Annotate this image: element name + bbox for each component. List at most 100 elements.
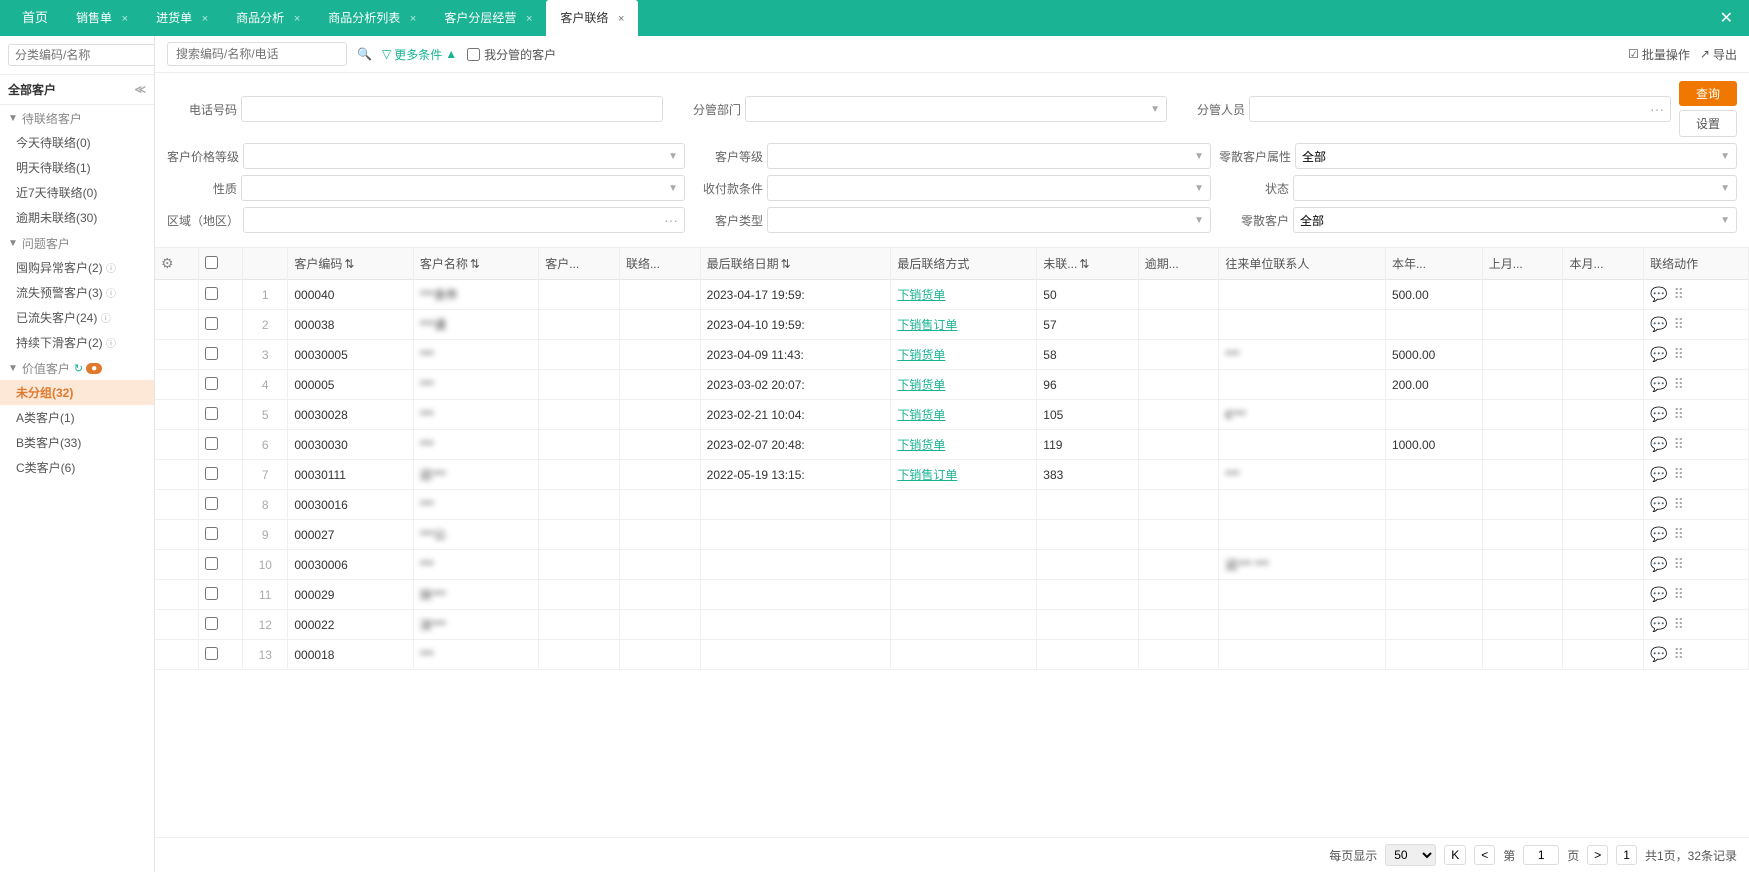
retail-select[interactable]: 全部▼	[1293, 207, 1737, 233]
th-no-contact[interactable]: 未联...⇅	[1037, 248, 1138, 280]
close-icon[interactable]: ×	[526, 13, 532, 25]
prev-page-button[interactable]: <	[1474, 845, 1495, 865]
td-checkbox[interactable]	[198, 640, 243, 670]
message-icon[interactable]: 💬	[1650, 286, 1667, 303]
td-checkbox[interactable]	[198, 370, 243, 400]
batch-op-button[interactable]: ☑ 批量操作	[1628, 46, 1690, 63]
message-icon[interactable]: 💬	[1650, 316, 1667, 333]
sidebar-group-pending[interactable]: ▼ 待联络客户	[0, 105, 154, 130]
nav-tab-customer-segment[interactable]: 客户分层经营 ×	[430, 0, 546, 36]
page-input[interactable]	[1523, 845, 1559, 865]
row-checkbox[interactable]	[205, 467, 218, 480]
nature-select[interactable]: ▼	[241, 175, 685, 201]
query-button[interactable]: 查询	[1679, 81, 1737, 106]
td-last-contact-way[interactable]: 下销货单	[891, 280, 1037, 310]
status-select[interactable]: ▼	[1293, 175, 1737, 201]
td-checkbox[interactable]	[198, 550, 243, 580]
grid-icon[interactable]: ⠿	[1674, 646, 1684, 663]
td-checkbox[interactable]	[198, 460, 243, 490]
td-checkbox[interactable]	[198, 310, 243, 340]
payment-select[interactable]: ▼	[767, 175, 1211, 201]
td-checkbox[interactable]	[198, 610, 243, 640]
per-page-select[interactable]: 50 100 200	[1385, 844, 1436, 866]
next-page-button[interactable]: >	[1587, 845, 1608, 865]
td-checkbox[interactable]	[198, 580, 243, 610]
message-icon[interactable]: 💬	[1650, 556, 1667, 573]
td-checkbox[interactable]	[198, 430, 243, 460]
grid-icon[interactable]: ⠿	[1674, 556, 1684, 573]
td-last-contact-way[interactable]: 下销货单	[891, 400, 1037, 430]
phone-input[interactable]	[241, 96, 663, 122]
close-icon[interactable]: ×	[122, 13, 128, 25]
td-checkbox[interactable]	[198, 520, 243, 550]
message-icon[interactable]: 💬	[1650, 616, 1667, 633]
grid-icon[interactable]: ⠿	[1674, 526, 1684, 543]
grid-icon[interactable]: ⠿	[1674, 616, 1684, 633]
td-last-contact-way[interactable]	[891, 550, 1037, 580]
sidebar-group-value[interactable]: ▼ 价值客户 ↻ ●	[0, 355, 154, 380]
grid-icon[interactable]: ⠿	[1674, 286, 1684, 303]
close-icon[interactable]: ×	[618, 13, 624, 25]
message-icon[interactable]: 💬	[1650, 406, 1667, 423]
retail-attr-select[interactable]: 全部▼	[1295, 143, 1737, 169]
nav-tab-goods-list[interactable]: 商品分析列表 ×	[314, 0, 430, 36]
message-icon[interactable]: 💬	[1650, 376, 1667, 393]
global-close-button[interactable]: ✕	[1712, 8, 1741, 28]
nav-tab-customer-contact[interactable]: 客户联络 ×	[546, 0, 638, 36]
sidebar-item-tomorrow-pending[interactable]: 明天待联络(1)	[0, 155, 154, 180]
sidebar-item-today-pending[interactable]: 今天待联络(0)	[0, 130, 154, 155]
sidebar-item-ungroup[interactable]: 未分组(32)	[0, 380, 154, 405]
row-checkbox[interactable]	[205, 557, 218, 570]
sidebar-item-lost[interactable]: 已流失客户(24) ⓘ	[0, 305, 154, 330]
row-checkbox[interactable]	[205, 407, 218, 420]
sidebar-item-class-c[interactable]: C类客户(6)	[0, 455, 154, 480]
grid-icon[interactable]: ⠿	[1674, 586, 1684, 603]
grid-icon[interactable]: ⠿	[1674, 436, 1684, 453]
message-icon[interactable]: 💬	[1650, 466, 1667, 483]
td-checkbox[interactable]	[198, 490, 243, 520]
grid-icon[interactable]: ⠿	[1674, 316, 1684, 333]
nav-tab-purchase[interactable]: 进货单 ×	[142, 0, 222, 36]
sidebar-item-class-b[interactable]: B类客户(33)	[0, 430, 154, 455]
grid-icon[interactable]: ⠿	[1674, 376, 1684, 393]
close-icon[interactable]: ×	[410, 13, 416, 25]
sidebar-item-churn-warning[interactable]: 流失预警客户(3) ⓘ	[0, 280, 154, 305]
manager-select[interactable]: ···	[1249, 96, 1671, 122]
td-last-contact-way[interactable]	[891, 640, 1037, 670]
sidebar-item-declining[interactable]: 持续下滑客户(2) ⓘ	[0, 330, 154, 355]
th-last-contact-date[interactable]: 最后联络日期⇅	[700, 248, 891, 280]
grid-icon[interactable]: ⠿	[1674, 496, 1684, 513]
grid-icon[interactable]: ⠿	[1674, 346, 1684, 363]
row-checkbox[interactable]	[205, 617, 218, 630]
row-checkbox[interactable]	[205, 377, 218, 390]
dept-select[interactable]: ▼	[745, 96, 1167, 122]
td-last-contact-way[interactable]: 下销货单	[891, 370, 1037, 400]
search-input[interactable]	[167, 42, 347, 66]
td-checkbox[interactable]	[198, 400, 243, 430]
th-cust-code[interactable]: 客户编码⇅	[288, 248, 413, 280]
row-checkbox[interactable]	[205, 587, 218, 600]
row-checkbox[interactable]	[205, 287, 218, 300]
td-last-contact-way[interactable]	[891, 490, 1037, 520]
select-all-checkbox[interactable]	[205, 256, 218, 269]
my-customer-checkbox-area[interactable]: 我分管的客户	[467, 46, 556, 63]
sidebar-item-7days-pending[interactable]: 近7天待联络(0)	[0, 180, 154, 205]
td-last-contact-way[interactable]	[891, 520, 1037, 550]
td-last-contact-way[interactable]	[891, 610, 1037, 640]
sidebar-item-hoarding-abnormal[interactable]: 囤购异常客户(2) ⓘ	[0, 255, 154, 280]
nav-home[interactable]: 首页	[8, 0, 62, 36]
message-icon[interactable]: 💬	[1650, 436, 1667, 453]
cust-type-select[interactable]: ▼	[767, 207, 1211, 233]
reset-button[interactable]: 设置	[1679, 110, 1737, 137]
gear-icon[interactable]: ⚙	[161, 255, 174, 271]
grid-icon[interactable]: ⠿	[1674, 466, 1684, 483]
first-page-button[interactable]: K	[1444, 845, 1466, 865]
region-select[interactable]: ···	[243, 207, 685, 233]
message-icon[interactable]: 💬	[1650, 496, 1667, 513]
sidebar-search-input[interactable]	[8, 44, 155, 66]
row-checkbox[interactable]	[205, 317, 218, 330]
my-customer-checkbox[interactable]	[467, 48, 480, 61]
export-button[interactable]: ↗ 导出	[1700, 46, 1737, 63]
sidebar-group-problem[interactable]: ▼ 问题客户	[0, 230, 154, 255]
th-settings[interactable]: ⚙	[155, 248, 198, 280]
